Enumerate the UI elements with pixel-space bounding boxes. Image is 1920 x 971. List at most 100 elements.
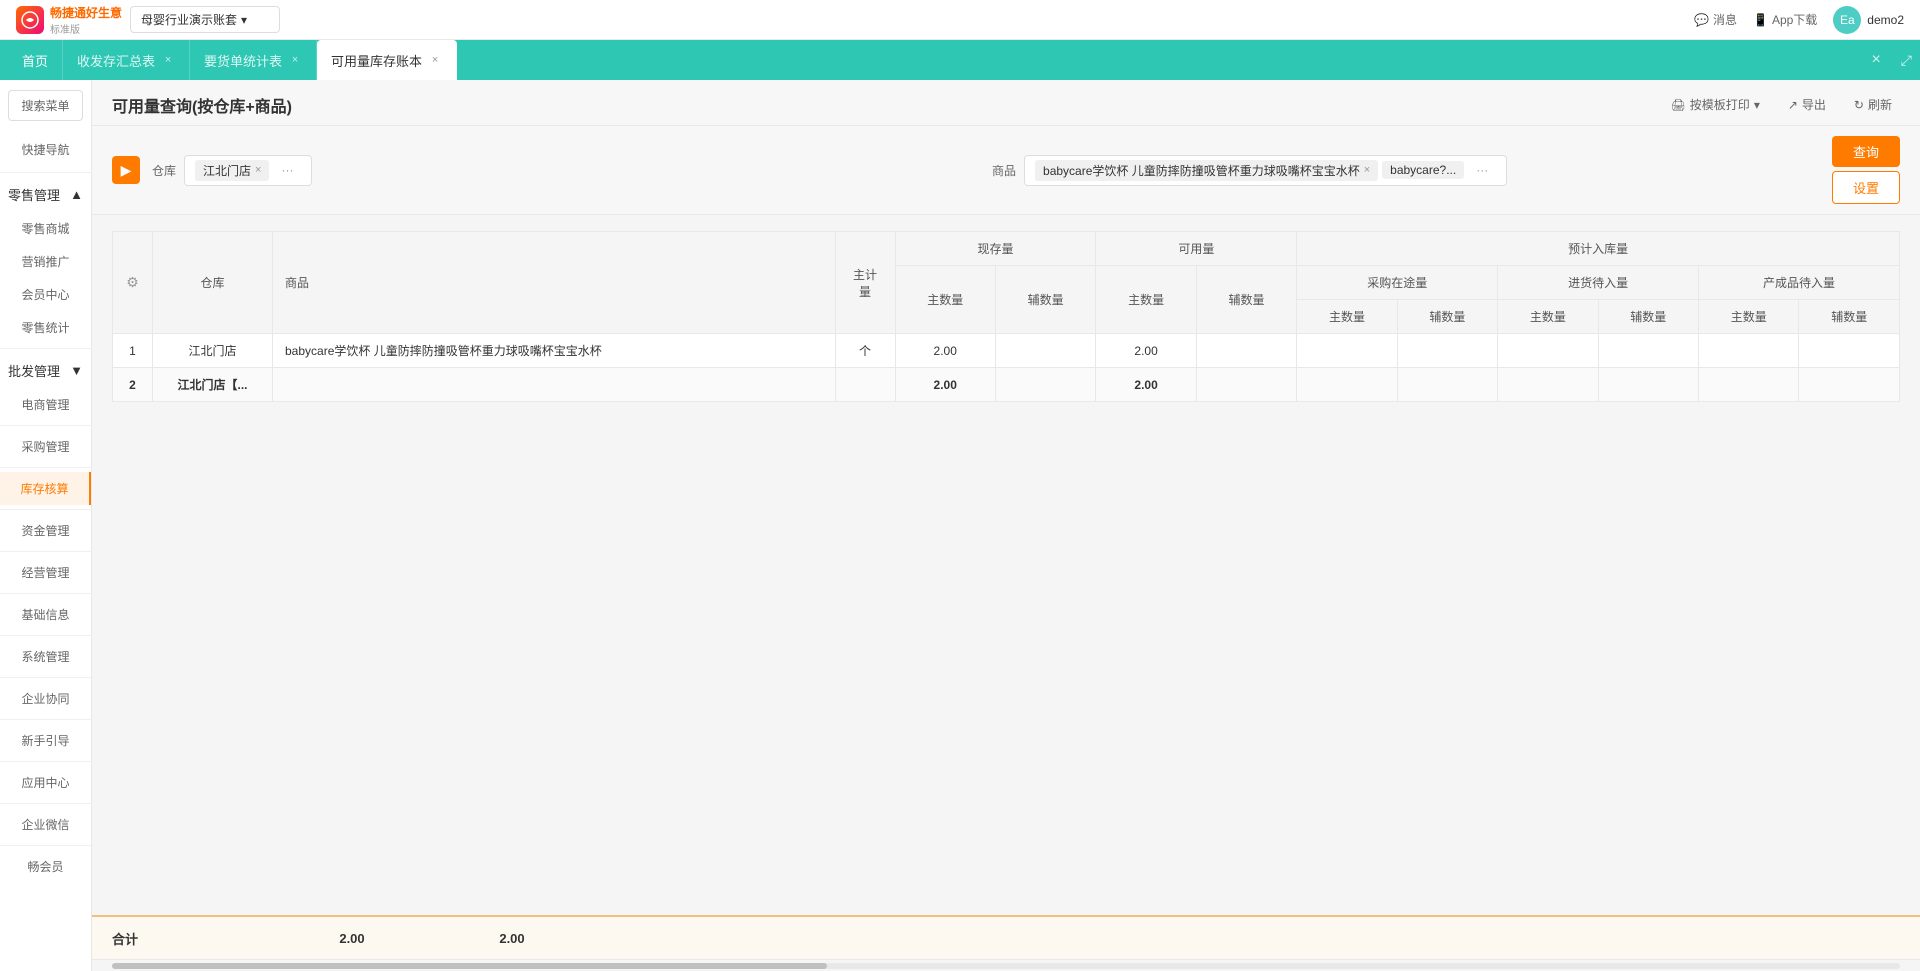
tab-order-stats[interactable]: 要货单统计表 × xyxy=(190,40,317,80)
sidebar-item-marketing[interactable]: 营销推广 xyxy=(0,245,91,278)
sidebar-item-inventory[interactable]: 库存核算 xyxy=(0,472,91,505)
warehouse-tag: 江北门店 × xyxy=(195,160,269,181)
tab-close-order-stats[interactable]: × xyxy=(288,53,302,67)
tab-close-receive-send[interactable]: × xyxy=(161,53,175,67)
app-download-button[interactable]: 📱 App下载 xyxy=(1753,11,1817,28)
th-planned-inbound-group: 预计入库量 xyxy=(1297,232,1900,266)
cell-purchase-transit-aux xyxy=(1397,334,1497,368)
filter-settings-button[interactable]: 设置 xyxy=(1832,171,1900,204)
sidebar-item-wechat[interactable]: 企业微信 xyxy=(0,808,91,841)
cell-purchase-transit-aux xyxy=(1397,368,1497,402)
tab-receive-send[interactable]: 收发存汇总表 × xyxy=(63,40,190,80)
sidebar-item-basic-info[interactable]: 基础信息 xyxy=(0,598,91,631)
th-unit: 主计量 xyxy=(835,232,895,334)
chevron-down-icon-wholesale: ▼ xyxy=(70,363,83,378)
cell-warehouse: 江北门店【... xyxy=(153,368,273,402)
message-icon: 💬 xyxy=(1694,13,1709,27)
warehouse-filter-input[interactable]: 江北门店 × ··· xyxy=(184,155,312,186)
tenant-selector[interactable]: 母婴行业演示账套 ▾ xyxy=(130,6,280,33)
sidebar-item-ecommerce[interactable]: 电商管理 xyxy=(0,388,91,421)
sidebar-divider-13 xyxy=(0,845,91,846)
sidebar-divider-1 xyxy=(0,172,91,173)
warehouse-more[interactable]: ··· xyxy=(273,163,301,177)
main-layout: 搜索菜单 快捷导航 零售管理 ▲ 零售商城 营销推广 会员中心 零售统计 批发管… xyxy=(0,80,1920,971)
th-product: 商品 xyxy=(273,232,836,334)
cell-unit: 个 xyxy=(835,334,895,368)
th-warehouse: 仓库 xyxy=(153,232,273,334)
sidebar-item-retail-stats[interactable]: 零售统计 xyxy=(0,311,91,344)
sidebar-divider-4 xyxy=(0,467,91,468)
sidebar-divider-9 xyxy=(0,677,91,678)
search-menu-button[interactable]: 搜索菜单 xyxy=(8,90,83,121)
th-product-arrival-main: 主数量 xyxy=(1699,300,1799,334)
tab-close-available-inventory[interactable]: × xyxy=(428,53,442,67)
user-profile[interactable]: Ea demo2 xyxy=(1833,6,1904,34)
chevron-down-icon-print: ▾ xyxy=(1754,98,1760,112)
footer-avail-main: 2.00 xyxy=(472,931,552,946)
th-goods-arrival-aux: 辅数量 xyxy=(1598,300,1698,334)
scroll-thumb[interactable] xyxy=(112,963,827,969)
refresh-icon: ↻ xyxy=(1854,98,1864,112)
th-avail-aux: 辅数量 xyxy=(1196,266,1296,334)
th-current-stock-group: 现存量 xyxy=(895,232,1096,266)
sidebar-item-retail-mall[interactable]: 零售商城 xyxy=(0,212,91,245)
sidebar-item-wholesale[interactable]: 批发管理 ▼ xyxy=(0,353,91,388)
sidebar-item-vip-member[interactable]: 畅会员 xyxy=(0,850,91,883)
logo-icon xyxy=(16,6,44,34)
tab-available-inventory[interactable]: 可用量库存账本 × xyxy=(317,40,457,80)
page-actions: 🖨 按模板打印 ▾ ↗ 导出 ↻ 刷新 xyxy=(1663,92,1900,117)
app-icon: 📱 xyxy=(1753,13,1768,27)
th-purchase-transit-aux: 辅数量 xyxy=(1397,300,1497,334)
gear-icon[interactable]: ⚙ xyxy=(126,274,139,290)
filter-toggle-button[interactable]: ▶ xyxy=(112,156,140,184)
query-button[interactable]: 查询 xyxy=(1832,136,1900,167)
top-bar: 畅捷通好生意 标准版 母婴行业演示账套 ▾ 💬 消息 📱 App下载 Ea de… xyxy=(0,0,1920,40)
th-product-arrival-group: 产成品待入量 xyxy=(1699,266,1900,300)
warehouse-tag-close[interactable]: × xyxy=(255,164,261,176)
th-stock-main: 主数量 xyxy=(895,266,995,334)
sidebar-item-operations[interactable]: 经营管理 xyxy=(0,556,91,589)
top-bar-right: 💬 消息 📱 App下载 Ea demo2 xyxy=(1694,6,1904,34)
tab-home[interactable]: 首页 xyxy=(8,40,63,80)
cell-avail-aux xyxy=(1196,334,1296,368)
cell-purchase-transit-main xyxy=(1297,368,1397,402)
cell-product xyxy=(273,368,836,402)
export-button[interactable]: ↗ 导出 xyxy=(1780,92,1834,117)
product-more[interactable]: ··· xyxy=(1468,163,1496,177)
product-tag-close[interactable]: × xyxy=(1364,164,1370,176)
scroll-track[interactable] xyxy=(112,963,1900,969)
th-avail-main: 主数量 xyxy=(1096,266,1196,334)
th-available-group: 可用量 xyxy=(1096,232,1297,266)
logo-text: 畅捷通好生意 标准版 xyxy=(50,4,122,36)
sidebar-divider-5 xyxy=(0,509,91,510)
th-product-arrival-aux: 辅数量 xyxy=(1799,300,1900,334)
sidebar-item-finance[interactable]: 资金管理 xyxy=(0,514,91,547)
sidebar-item-quick-nav[interactable]: 快捷导航 xyxy=(0,131,91,168)
expand-button[interactable]: ⤢ xyxy=(1893,40,1920,80)
message-button[interactable]: 💬 消息 xyxy=(1694,11,1737,28)
sidebar-item-app-center[interactable]: 应用中心 xyxy=(0,766,91,799)
logo-area: 畅捷通好生意 标准版 xyxy=(16,4,122,36)
cell-unit xyxy=(835,368,895,402)
sidebar-divider-2 xyxy=(0,348,91,349)
sidebar-item-retail[interactable]: 零售管理 ▲ xyxy=(0,177,91,212)
sidebar-item-enterprise[interactable]: 企业协同 xyxy=(0,682,91,715)
print-button[interactable]: 🖨 按模板打印 ▾ xyxy=(1663,92,1768,117)
sidebar-item-purchase[interactable]: 采购管理 xyxy=(0,430,91,463)
sidebar-item-system[interactable]: 系统管理 xyxy=(0,640,91,673)
refresh-button[interactable]: ↻ 刷新 xyxy=(1846,92,1900,117)
print-icon: 🖨 xyxy=(1671,98,1686,112)
sidebar-item-newuser[interactable]: 新手引导 xyxy=(0,724,91,757)
close-all-tabs-button[interactable]: × xyxy=(1859,40,1892,80)
query-settings-area: 查询 设置 xyxy=(1832,136,1900,204)
cell-product-arrival-main xyxy=(1699,334,1799,368)
th-settings[interactable]: ⚙ xyxy=(113,232,153,334)
sidebar-divider-7 xyxy=(0,593,91,594)
inventory-table: ⚙ 仓库 商品 主计量 现存量 可用量 预计入库量 主数量 辅数量 主数量 辅数… xyxy=(112,231,1900,402)
sidebar-item-members[interactable]: 会员中心 xyxy=(0,278,91,311)
table-body: 1 江北门店 babycare学饮杯 儿童防摔防撞吸管杯重力球吸嘴杯宝宝水杯 个… xyxy=(113,334,1900,402)
cell-goods-arrival-aux xyxy=(1598,334,1698,368)
table-row: 2 江北门店【... 2.00 2.00 xyxy=(113,368,1900,402)
cell-product-arrival-aux xyxy=(1799,368,1900,402)
product-filter-input[interactable]: babycare学饮杯 儿童防摔防撞吸管杯重力球吸嘴杯宝宝水杯 × babyca… xyxy=(1024,155,1507,186)
